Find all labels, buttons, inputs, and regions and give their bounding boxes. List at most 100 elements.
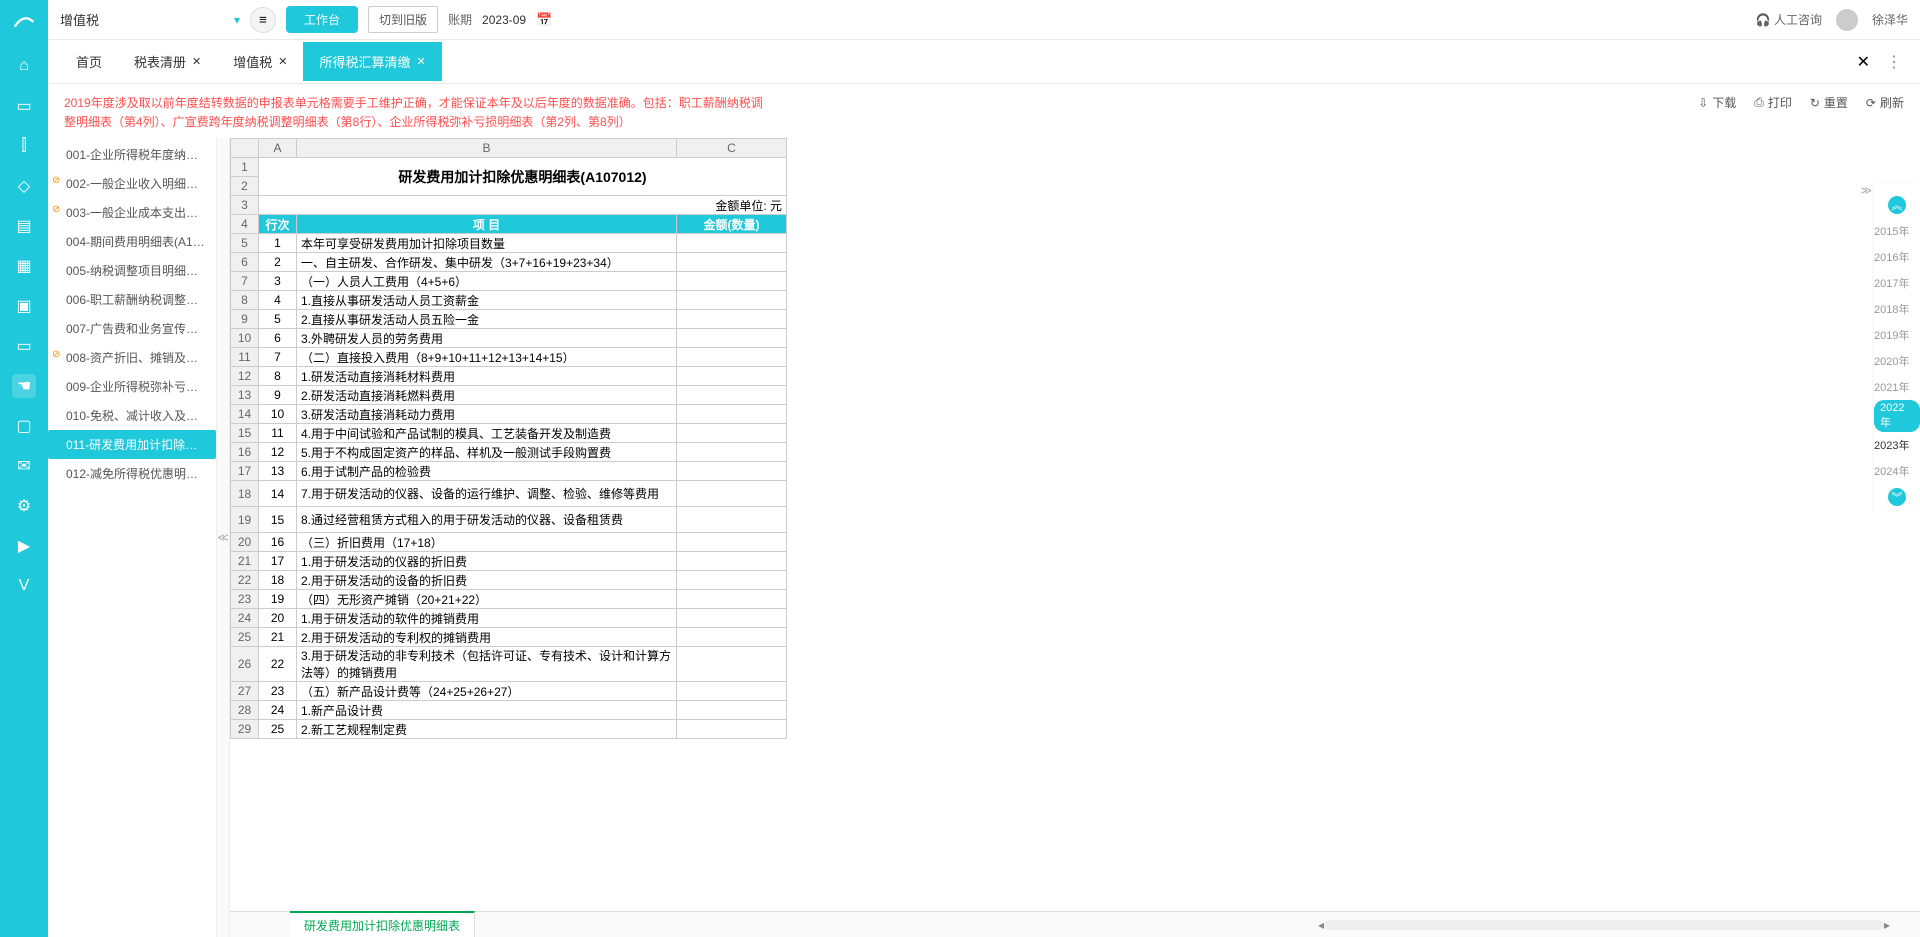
cell-line[interactable]: 5 [259, 310, 297, 329]
reset-button[interactable]: ↻ 重置 [1810, 94, 1848, 111]
nav-home-icon[interactable]: ⌂ [12, 54, 36, 78]
row-header[interactable]: 14 [231, 405, 259, 424]
cell-line[interactable]: 17 [259, 552, 297, 571]
row-header[interactable]: 8 [231, 291, 259, 310]
tabs-menu-button[interactable]: ⋮ [1880, 52, 1908, 72]
cell-item[interactable]: 1.直接从事研发活动人员工资薪金 [297, 291, 677, 310]
cell-amount[interactable] [677, 507, 787, 533]
year-item[interactable]: 2016年 [1874, 244, 1920, 270]
row-header[interactable]: 29 [231, 720, 259, 739]
cell-item[interactable]: 1.新产品设计费 [297, 701, 677, 720]
cell-item[interactable]: 2.新工艺规程制定费 [297, 720, 677, 739]
calendar-icon[interactable]: 📅 [536, 12, 552, 28]
sheet-tab[interactable]: 研发费用加计扣除优惠明细表 [290, 911, 475, 937]
cell-amount[interactable] [677, 571, 787, 590]
cell-line[interactable]: 18 [259, 571, 297, 590]
cell-item[interactable]: 2.用于研发活动的专利权的摊销费用 [297, 628, 677, 647]
row-header[interactable]: 13 [231, 386, 259, 405]
cell-item[interactable]: 1.研发活动直接消耗材料费用 [297, 367, 677, 386]
tab-增值税[interactable]: 增值税✕ [217, 42, 303, 81]
row-header[interactable]: 17 [231, 462, 259, 481]
col-header-B[interactable]: B [297, 139, 677, 158]
nav-v-icon[interactable]: V [12, 574, 36, 598]
cell-line[interactable]: 8 [259, 367, 297, 386]
row-header[interactable]: 28 [231, 701, 259, 720]
cell-line[interactable]: 13 [259, 462, 297, 481]
cell-item[interactable]: 2.直接从事研发活动人员五险一金 [297, 310, 677, 329]
list-item[interactable]: 011-研发费用加计扣除优惠... [48, 430, 216, 459]
row-header[interactable]: 10 [231, 329, 259, 348]
nav-form-icon[interactable]: ▣ [12, 294, 36, 318]
nav-money-icon[interactable]: ◇ [12, 174, 36, 198]
close-icon[interactable]: ✕ [278, 55, 287, 68]
list-item[interactable]: 004-期间费用明细表(A1040... [48, 227, 216, 256]
doc-round-button[interactable]: ≡ [250, 7, 276, 33]
tab-税表清册[interactable]: 税表清册✕ [118, 42, 217, 81]
row-header[interactable]: 22 [231, 571, 259, 590]
cell-amount[interactable] [677, 720, 787, 739]
close-icon[interactable]: ✕ [192, 55, 201, 68]
cell-amount[interactable] [677, 481, 787, 507]
cell-item[interactable]: 一、自主研发、合作研发、集中研发（3+7+16+19+23+34） [297, 253, 677, 272]
cell-amount[interactable] [677, 234, 787, 253]
year-item[interactable]: 2021年 [1874, 374, 1920, 400]
row-header[interactable]: 19 [231, 507, 259, 533]
list-item[interactable]: 001-企业所得税年度纳税申... [48, 140, 216, 169]
cell-amount[interactable] [677, 310, 787, 329]
cell-amount[interactable] [677, 628, 787, 647]
row-header[interactable]: 9 [231, 310, 259, 329]
col-header-C[interactable]: C [677, 139, 787, 158]
cell-amount[interactable] [677, 424, 787, 443]
switch-old-button[interactable]: 切到旧版 [368, 6, 438, 33]
cell-item[interactable]: （一）人员人工费用（4+5+6） [297, 272, 677, 291]
year-item[interactable]: 2023年 [1874, 432, 1920, 458]
download-button[interactable]: ⇩ 下载 [1698, 94, 1736, 111]
horizontal-scrollbar[interactable]: ◂▸ [475, 918, 1920, 932]
cell-line[interactable]: 12 [259, 443, 297, 462]
year-item[interactable]: 2019年 [1874, 322, 1920, 348]
expand-handle[interactable]: ≫ [1860, 184, 1872, 197]
cell-amount[interactable] [677, 701, 787, 720]
list-item[interactable]: 002-一般企业收入明细表(A... [48, 169, 216, 198]
cell-item[interactable]: （五）新产品设计费等（24+25+26+27） [297, 682, 677, 701]
cell-line[interactable]: 6 [259, 329, 297, 348]
nav-mail-icon[interactable]: ✉ [12, 454, 36, 478]
row-header[interactable]: 23 [231, 590, 259, 609]
close-icon[interactable]: ✕ [417, 55, 426, 68]
cell-line[interactable]: 2 [259, 253, 297, 272]
list-item[interactable]: 007-广告费和业务宣传费跨... [48, 314, 216, 343]
cell-item[interactable]: 7.用于研发活动的仪器、设备的运行维护、调整、检验、维修等费用 [297, 481, 677, 507]
cell-line[interactable]: 11 [259, 424, 297, 443]
cell-amount[interactable] [677, 386, 787, 405]
cell-line[interactable]: 21 [259, 628, 297, 647]
row-header[interactable]: 21 [231, 552, 259, 571]
cell-amount[interactable] [677, 647, 787, 682]
list-item[interactable]: 003-一般企业成本支出明细... [48, 198, 216, 227]
cell-line[interactable]: 1 [259, 234, 297, 253]
cell-item[interactable]: 8.通过经营租赁方式租入的用于研发活动的仪器、设备租赁费 [297, 507, 677, 533]
cell-item[interactable]: 4.用于中间试验和产品试制的模具、工艺装备开发及制造费 [297, 424, 677, 443]
row-header[interactable]: 24 [231, 609, 259, 628]
cell-line[interactable]: 20 [259, 609, 297, 628]
cell-item[interactable]: 2.研发活动直接消耗燃料费用 [297, 386, 677, 405]
cell-amount[interactable] [677, 253, 787, 272]
year-item[interactable]: 2015年 [1874, 218, 1920, 244]
row-header[interactable]: 16 [231, 443, 259, 462]
year-item[interactable]: 2022年 [1874, 400, 1920, 432]
cell-amount[interactable] [677, 291, 787, 310]
year-up-button[interactable]: ︽ [1888, 196, 1906, 214]
print-button[interactable]: ⎙ 打印 [1754, 94, 1792, 111]
cell-line[interactable]: 23 [259, 682, 297, 701]
col-header-A[interactable]: A [259, 139, 297, 158]
year-item[interactable]: 2024年 [1874, 458, 1920, 484]
cell-amount[interactable] [677, 348, 787, 367]
cell-line[interactable]: 22 [259, 647, 297, 682]
cell-amount[interactable] [677, 367, 787, 386]
nav-hand-icon[interactable]: ☚ [12, 374, 36, 398]
cell-item[interactable]: 3.研发活动直接消耗动力费用 [297, 405, 677, 424]
row-header[interactable]: 26 [231, 647, 259, 682]
nav-card-icon[interactable]: ▭ [12, 334, 36, 358]
cell-line[interactable]: 19 [259, 590, 297, 609]
row-header[interactable]: 6 [231, 253, 259, 272]
cell-line[interactable]: 9 [259, 386, 297, 405]
